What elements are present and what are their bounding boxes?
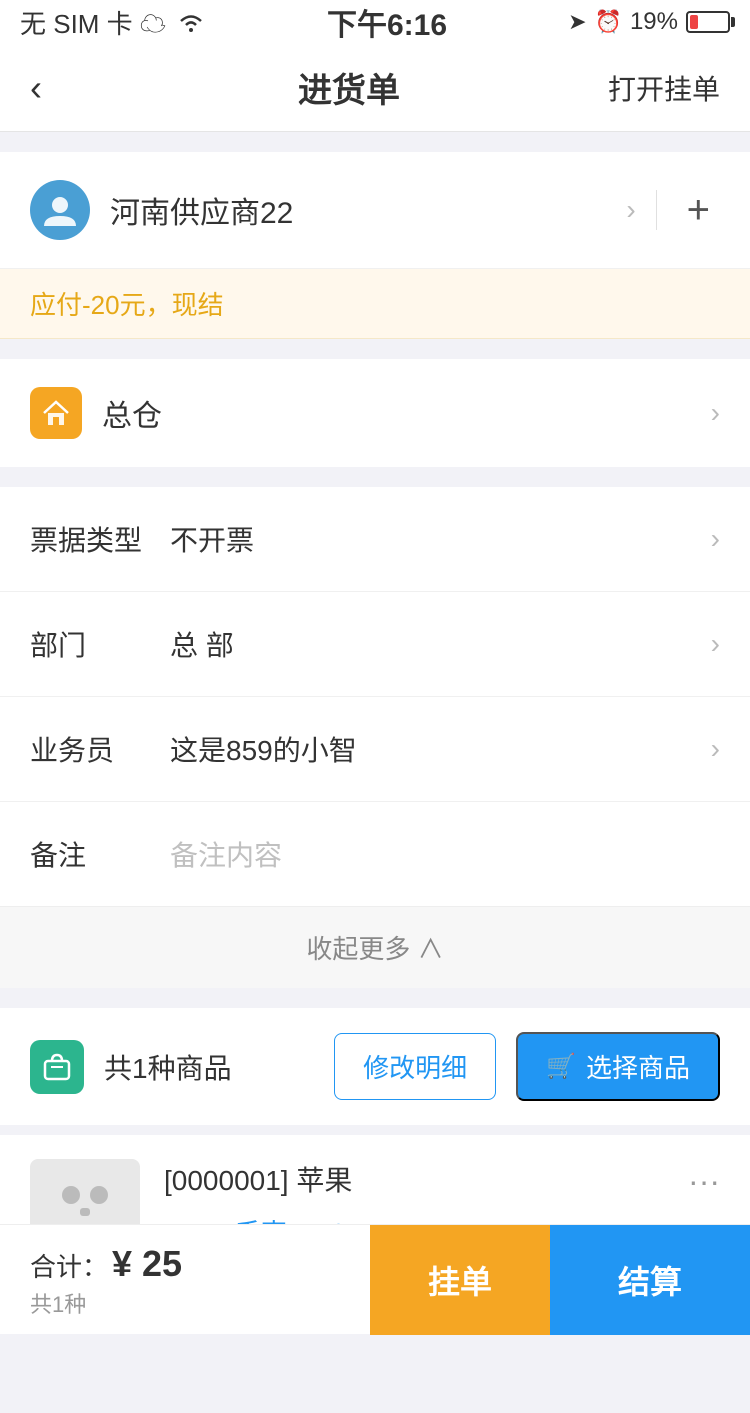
person-icon: [42, 192, 78, 228]
product-badge-icon: [30, 1040, 84, 1094]
total-label: 合计：: [30, 1247, 108, 1284]
page-title: 进货单: [298, 63, 400, 112]
select-product-label: 选择商品: [586, 1048, 690, 1085]
notice-bar: 应付-20元，现结: [0, 269, 750, 339]
status-time: 下午6:16: [327, 0, 447, 44]
home-icon: [41, 398, 71, 428]
total-count: 共1种: [30, 1287, 340, 1319]
total-section: 合计： ¥ 25 共1种: [0, 1241, 370, 1319]
status-left: 无 SIM 卡 ☁: [20, 4, 206, 41]
form-row-department[interactable]: 部门 总 部 ›: [0, 591, 750, 696]
hang-order-button[interactable]: 挂单: [370, 1225, 550, 1335]
section-gap-1: [0, 132, 750, 152]
open-pending-button[interactable]: 打开挂单: [608, 68, 720, 108]
supplier-chevron-icon: ›: [626, 194, 635, 226]
supplier-row[interactable]: 河南供应商22 › +: [0, 152, 750, 269]
warehouse-row[interactable]: 总仓 ›: [0, 359, 750, 467]
wifi-icon: [176, 11, 206, 33]
section-gap-3: [0, 467, 750, 487]
remark-label: 备注: [30, 834, 150, 874]
alarm-icon: ⏰: [595, 9, 622, 35]
status-bar: 无 SIM 卡 ☁ 下午6:16 ➤ ⏰ 19%: [0, 0, 750, 44]
cart-icon: 🛒: [546, 1052, 576, 1081]
total-amount: ¥ 25: [112, 1243, 182, 1285]
invoice-chevron-icon: ›: [711, 523, 720, 555]
back-button[interactable]: ‹: [30, 67, 90, 109]
salesperson-chevron-icon: ›: [711, 733, 720, 765]
invoice-label: 票据类型: [30, 519, 150, 559]
collapse-label: 收起更多 ∧: [306, 934, 443, 964]
warehouse-name: 总仓: [102, 391, 711, 435]
sim-label: 无 SIM 卡 ☁: [20, 4, 166, 41]
department-label: 部门: [30, 624, 150, 664]
form-section: 票据类型 不开票 › 部门 总 部 › 业务员 这是859的小智 › 备注 备注…: [0, 487, 750, 906]
supplier-name: 河南供应商22: [110, 188, 626, 232]
select-product-button[interactable]: 🛒 选择商品: [516, 1032, 720, 1101]
supplier-avatar: [30, 180, 90, 240]
nav-bar: ‹ 进货单 打开挂单: [0, 44, 750, 132]
department-value: 总 部: [150, 624, 711, 664]
remark-input[interactable]: 备注内容: [150, 834, 720, 874]
warehouse-section: 总仓 ›: [0, 359, 750, 467]
form-row-invoice[interactable]: 票据类型 不开票 ›: [0, 487, 750, 591]
salesperson-value: 这是859的小智: [150, 729, 711, 769]
section-gap-2: [0, 339, 750, 359]
form-row-salesperson[interactable]: 业务员 这是859的小智 ›: [0, 696, 750, 801]
section-gap-4: [0, 988, 750, 1008]
add-supplier-button[interactable]: +: [677, 188, 720, 233]
status-right: ➤ ⏰ 19%: [568, 8, 730, 36]
settle-button[interactable]: 结算: [550, 1225, 750, 1335]
modify-detail-button[interactable]: 修改明细: [334, 1033, 496, 1100]
salesperson-label: 业务员: [30, 729, 150, 769]
warehouse-icon: [30, 387, 82, 439]
bottom-bar: 合计： ¥ 25 共1种 挂单 结算: [0, 1224, 750, 1334]
product-name: [0000001] 苹果: [164, 1159, 664, 1199]
location-icon: ➤: [568, 9, 586, 35]
shopping-bag-icon: [41, 1051, 73, 1083]
battery-icon: [686, 11, 730, 33]
form-row-remark[interactable]: 备注 备注内容: [0, 801, 750, 906]
product-code: [0000001] 苹果: [164, 1165, 352, 1196]
collapse-bar[interactable]: 收起更多 ∧: [0, 906, 750, 988]
supplier-divider: [656, 190, 657, 230]
invoice-value: 不开票: [150, 519, 711, 559]
product-header: 共1种商品 修改明细 🛒 选择商品: [0, 1008, 750, 1125]
warehouse-chevron-icon: ›: [711, 397, 720, 429]
supplier-section: 河南供应商22 › + 应付-20元，现结: [0, 152, 750, 339]
department-chevron-icon: ›: [711, 628, 720, 660]
product-count-label: 共1种商品: [104, 1047, 314, 1087]
notice-text: 应付-20元，现结: [30, 290, 224, 320]
battery-percent: 19%: [630, 8, 678, 36]
